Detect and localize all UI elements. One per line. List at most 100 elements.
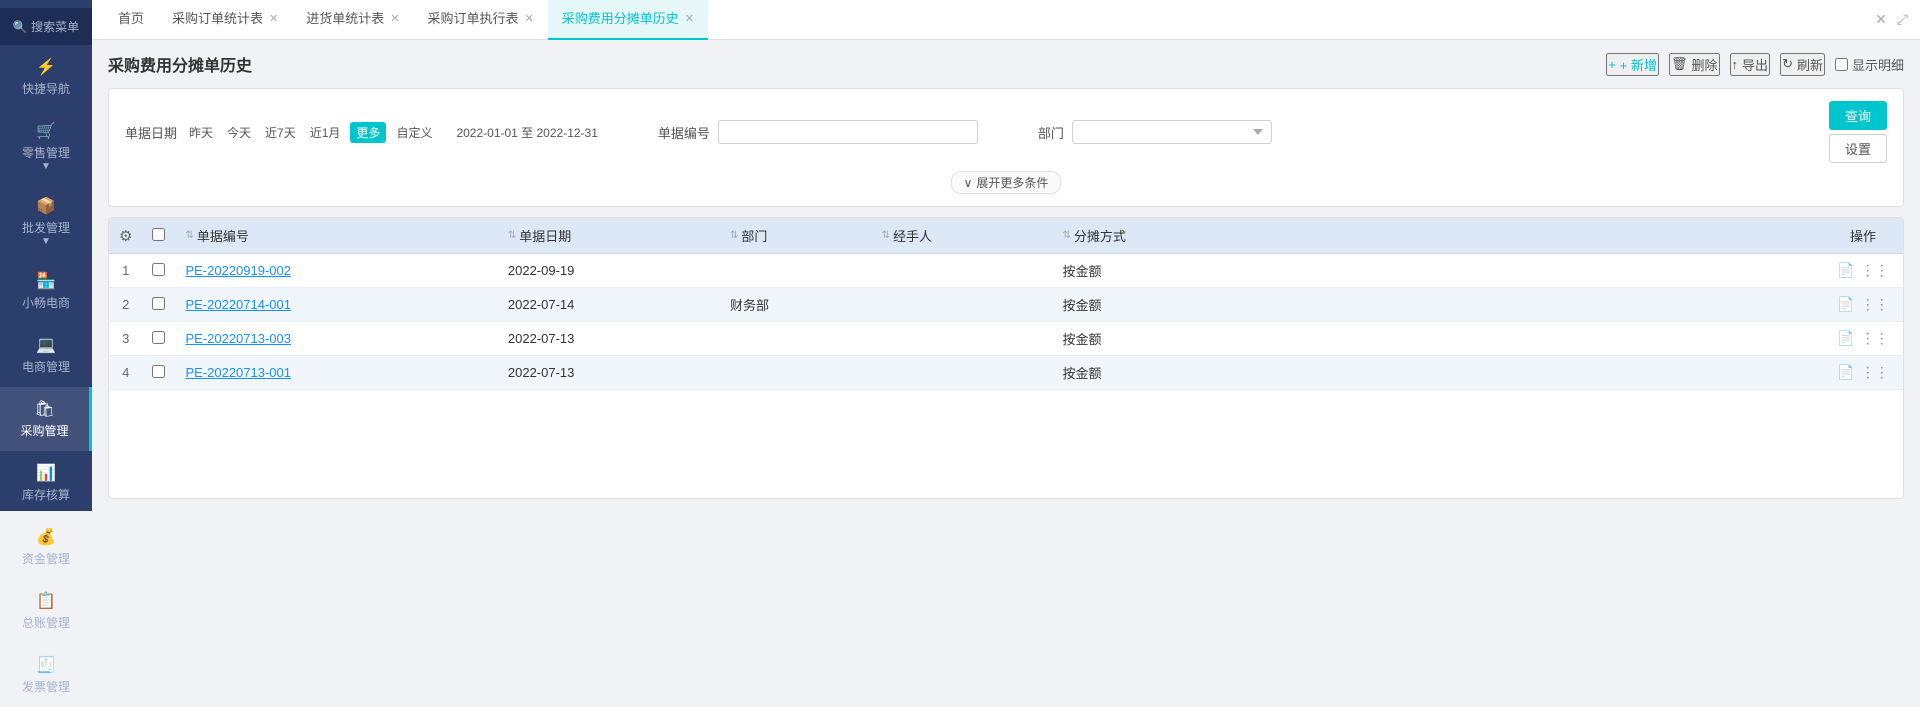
more-action-icon[interactable]: ⋮⋮ <box>1861 296 1889 312</box>
sidebar-item-mini-shop[interactable]: 🏪 小畅电商 <box>0 259 92 323</box>
row-checkbox[interactable] <box>152 331 165 344</box>
row-checkbox[interactable] <box>152 263 165 276</box>
sort-icon: ⇅ <box>508 230 516 241</box>
plus-icon: + <box>1608 57 1616 72</box>
shortcut-1month[interactable]: 近1月 <box>306 122 345 143</box>
tab-close-purchase-order-stats[interactable]: ✕ <box>269 0 278 39</box>
row-split-method: 按金额 <box>1052 322 1823 356</box>
row-doc-no[interactable]: PE-20220713-001 <box>175 356 497 390</box>
table-row: 4PE-20220713-0012022-07-13按金额📄⋮⋮ <box>109 356 1903 390</box>
more-action-icon[interactable]: ⋮⋮ <box>1861 364 1889 380</box>
th-handler[interactable]: ⇅ 经手人 <box>872 218 1053 254</box>
sidebar-item-inventory[interactable]: 📊 库存核算 <box>0 451 92 515</box>
sidebar-item-retail[interactable]: 🛒 零售管理 ▼ <box>0 109 92 184</box>
row-doc-no[interactable]: PE-20220919-002 <box>175 254 497 288</box>
th-dept[interactable]: ⇅ 部门 <box>720 218 872 254</box>
sidebar-item-purchase[interactable]: 🛍 采购管理 <box>0 387 92 451</box>
dept-select[interactable]: 财务部 <box>1072 120 1272 144</box>
chevron-down-icon: ▼ <box>4 236 88 247</box>
tab-maximize-icon[interactable]: ⤢ <box>1897 11 1908 28</box>
sidebar-item-finance[interactable]: 💰 资金管理 <box>0 515 92 579</box>
invoice-icon: 🧾 <box>4 655 88 675</box>
sort-icon: ⇅ <box>730 230 738 241</box>
row-seq: 4 <box>109 356 142 390</box>
more-action-icon[interactable]: ⋮⋮ <box>1861 262 1889 278</box>
tab-purchase-order-exec[interactable]: 采购订单执行表 ✕ <box>413 0 547 40</box>
row-dept <box>720 356 872 390</box>
table-row: 1PE-20220919-0022022-09-19按金额📄⋮⋮ <box>109 254 1903 288</box>
filter-area: 单据日期 昨天 今天 近7天 近1月 更多 自定义 2022-01-01 至 2… <box>108 88 1904 207</box>
view-action-icon[interactable]: 📄 <box>1837 364 1854 380</box>
sidebar-item-wholesale[interactable]: 📦 批发管理 ▼ <box>0 184 92 259</box>
select-all-checkbox[interactable] <box>152 228 165 241</box>
chevron-down-icon: ∨ <box>964 176 973 190</box>
row-handler <box>872 288 1053 322</box>
shortcut-custom[interactable]: 自定义 <box>392 122 436 143</box>
th-split-method[interactable]: ⇅ 分摊方式 <box>1052 218 1823 254</box>
view-action-icon[interactable]: 📄 <box>1837 296 1854 312</box>
th-checkbox <box>142 218 175 254</box>
row-checkbox-cell <box>142 254 175 288</box>
th-gear[interactable]: ⚙ <box>109 218 142 254</box>
table-row: 2PE-20220714-0012022-07-14财务部按金额📄⋮⋮ <box>109 288 1903 322</box>
row-handler <box>872 356 1053 390</box>
dept-filter-group: 部门 财务部 <box>1038 120 1272 144</box>
sidebar-item-search[interactable]: 🔍 搜索菜单 <box>0 8 92 45</box>
show-col-checkbox[interactable] <box>1835 58 1848 71</box>
shortcut-more[interactable]: 更多 <box>350 122 386 143</box>
chevron-down-icon: ▼ <box>4 161 88 172</box>
row-checkbox-cell <box>142 288 175 322</box>
query-button[interactable]: 查询 <box>1829 101 1887 130</box>
delete-button[interactable]: 🗑 删除 <box>1669 53 1720 76</box>
shortcut-7days[interactable]: 近7天 <box>261 122 300 143</box>
ecommerce-icon: 💻 <box>4 335 88 355</box>
expand-more-btn[interactable]: ∨ 展开更多条件 <box>951 171 1062 194</box>
refresh-button[interactable]: ↻ 刷新 <box>1780 53 1825 76</box>
row-doc-no[interactable]: PE-20220713-003 <box>175 322 497 356</box>
row-doc-date: 2022-07-13 <box>498 356 720 390</box>
sidebar-item-ledger[interactable]: 📋 总账管理 <box>0 579 92 643</box>
sidebar-item-quick-nav[interactable]: ⚡ 快捷导航 <box>0 45 92 109</box>
row-checkbox-cell <box>142 322 175 356</box>
export-icon: ↑ <box>1732 57 1739 72</box>
add-button[interactable]: + + 新增 <box>1606 53 1659 76</box>
row-doc-date: 2022-07-13 <box>498 322 720 356</box>
row-doc-date: 2022-07-14 <box>498 288 720 322</box>
shortcut-yesterday[interactable]: 昨天 <box>185 122 217 143</box>
tab-purchase-order-stats[interactable]: 采购订单统计表 ✕ <box>158 0 292 40</box>
doc-no-input[interactable] <box>718 120 978 144</box>
sidebar-item-ecommerce[interactable]: 💻 电商管理 <box>0 323 92 387</box>
tab-close-purchase-cost-split[interactable]: ✕ <box>685 0 694 39</box>
settings-button[interactable]: 设置 <box>1829 134 1887 163</box>
row-handler <box>872 322 1053 356</box>
tab-close-purchase-order-exec[interactable]: ✕ <box>525 0 534 39</box>
row-checkbox[interactable] <box>152 365 165 378</box>
data-table: ⚙ ⇅ 单据编号 ⇅ <box>109 218 1903 390</box>
th-doc-no[interactable]: ⇅ 单据编号 <box>175 218 497 254</box>
row-doc-no[interactable]: PE-20220714-001 <box>175 288 497 322</box>
dept-label: 部门 <box>1038 123 1064 142</box>
row-handler <box>872 254 1053 288</box>
tab-purchase-cost-split[interactable]: 采购费用分摊单历史 ✕ <box>548 0 708 40</box>
tab-home[interactable]: 首页 <box>104 0 158 40</box>
view-action-icon[interactable]: 📄 <box>1837 262 1854 278</box>
tab-close-incoming-stats[interactable]: ✕ <box>390 0 399 39</box>
finance-icon: 💰 <box>4 527 88 547</box>
sidebar-item-invoice[interactable]: 🧾 发票管理 <box>0 643 92 707</box>
main-area: 首页 采购订单统计表 ✕ 进货单统计表 ✕ 采购订单执行表 ✕ 采购费用分摊单历… <box>92 0 1920 511</box>
row-doc-date: 2022-09-19 <box>498 254 720 288</box>
more-action-icon[interactable]: ⋮⋮ <box>1861 330 1889 346</box>
row-checkbox[interactable] <box>152 297 165 310</box>
tab-incoming-stats[interactable]: 进货单统计表 ✕ <box>292 0 413 40</box>
filter-row: 单据日期 昨天 今天 近7天 近1月 更多 自定义 2022-01-01 至 2… <box>125 101 1887 163</box>
export-button[interactable]: ↑ 导出 <box>1730 53 1771 76</box>
doc-no-label: 单据编号 <box>658 123 710 142</box>
tab-bar-actions: ✕ ⤢ <box>1875 11 1908 28</box>
view-action-icon[interactable]: 📄 <box>1837 330 1854 346</box>
row-actions: 📄 ⋮⋮ <box>1823 288 1903 322</box>
th-actions: 操作 <box>1823 218 1903 254</box>
shortcut-today[interactable]: 今天 <box>223 122 255 143</box>
gear-icon[interactable]: ⚙ <box>119 228 132 245</box>
th-doc-date[interactable]: ⇅ 单据日期 <box>498 218 720 254</box>
tab-close-all-icon[interactable]: ✕ <box>1875 11 1887 28</box>
